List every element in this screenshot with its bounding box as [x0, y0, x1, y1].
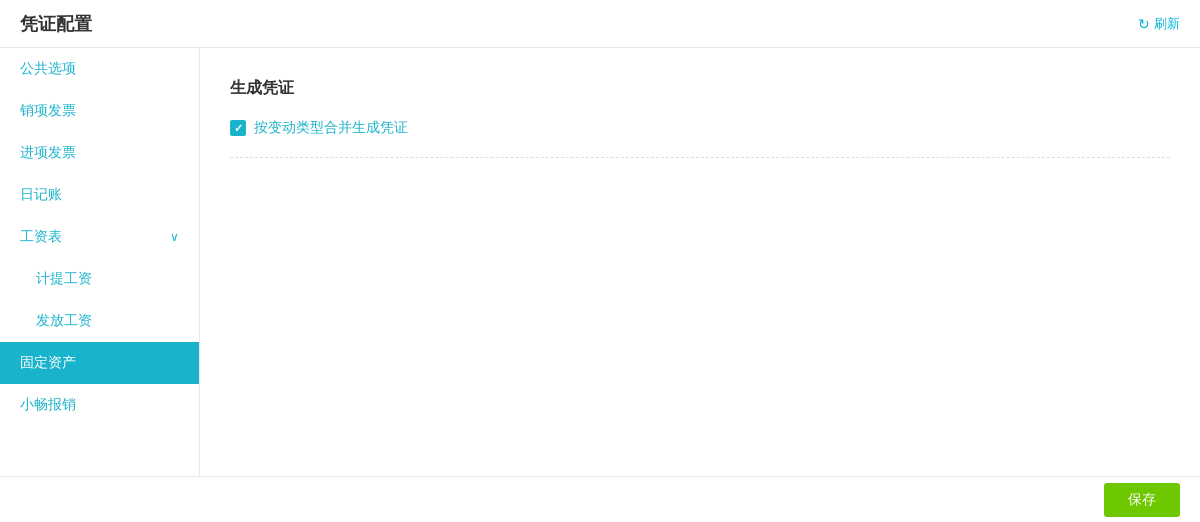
sidebar-item-petty-expense[interactable]: 小畅报销 [0, 384, 199, 426]
sidebar-item-label: 进项发票 [20, 144, 76, 162]
chevron-down-icon: ∨ [170, 230, 179, 244]
main-content: 公共选项销项发票进项发票日记账工资表 ∨ 计提工资发放工资固定资产小畅报销 生成凭证… [0, 48, 1200, 476]
sidebar-item-label: 工资表 [20, 228, 62, 246]
checkbox-row: 按变动类型合并生成凭证 [230, 119, 1170, 137]
sidebar: 公共选项销项发票进项发票日记账工资表 ∨ 计提工资发放工资固定资产小畅报销 [0, 48, 200, 476]
footer: 保存 [0, 476, 1200, 522]
sidebar-item-label: 固定资产 [20, 354, 76, 372]
sidebar-item-purchase-invoice[interactable]: 进项发票 [0, 132, 199, 174]
sidebar-item-public-options[interactable]: 公共选项 [0, 48, 199, 90]
section-divider [230, 157, 1170, 158]
page-header: 凭证配置 ↻ 刷新 [0, 0, 1200, 48]
sidebar-item-sales-invoice[interactable]: 销项发票 [0, 90, 199, 132]
sidebar-item-accrual-salary[interactable]: 计提工资 [0, 258, 199, 300]
sidebar-item-label: 日记账 [20, 186, 62, 204]
sidebar-item-journal[interactable]: 日记账 [0, 174, 199, 216]
sidebar-item-label: 销项发票 [20, 102, 76, 120]
sidebar-item-label: 计提工资 [36, 270, 92, 288]
page-title: 凭证配置 [20, 12, 92, 36]
refresh-button[interactable]: ↻ 刷新 [1138, 15, 1180, 33]
sidebar-item-pay-salary[interactable]: 发放工资 [0, 300, 199, 342]
sidebar-item-label: 小畅报销 [20, 396, 76, 414]
checkbox-label: 按变动类型合并生成凭证 [254, 119, 408, 137]
refresh-icon: ↻ [1138, 16, 1150, 32]
sidebar-item-payroll-table[interactable]: 工资表 ∨ [0, 216, 199, 258]
section-title: 生成凭证 [230, 78, 1170, 99]
refresh-label: 刷新 [1154, 15, 1180, 33]
merge-checkbox[interactable] [230, 120, 246, 136]
content-area: 生成凭证 按变动类型合并生成凭证 [200, 48, 1200, 476]
save-button[interactable]: 保存 [1104, 483, 1180, 517]
sidebar-item-label: 公共选项 [20, 60, 76, 78]
sidebar-item-fixed-assets[interactable]: 固定资产 [0, 342, 199, 384]
sidebar-item-label: 发放工资 [36, 312, 92, 330]
